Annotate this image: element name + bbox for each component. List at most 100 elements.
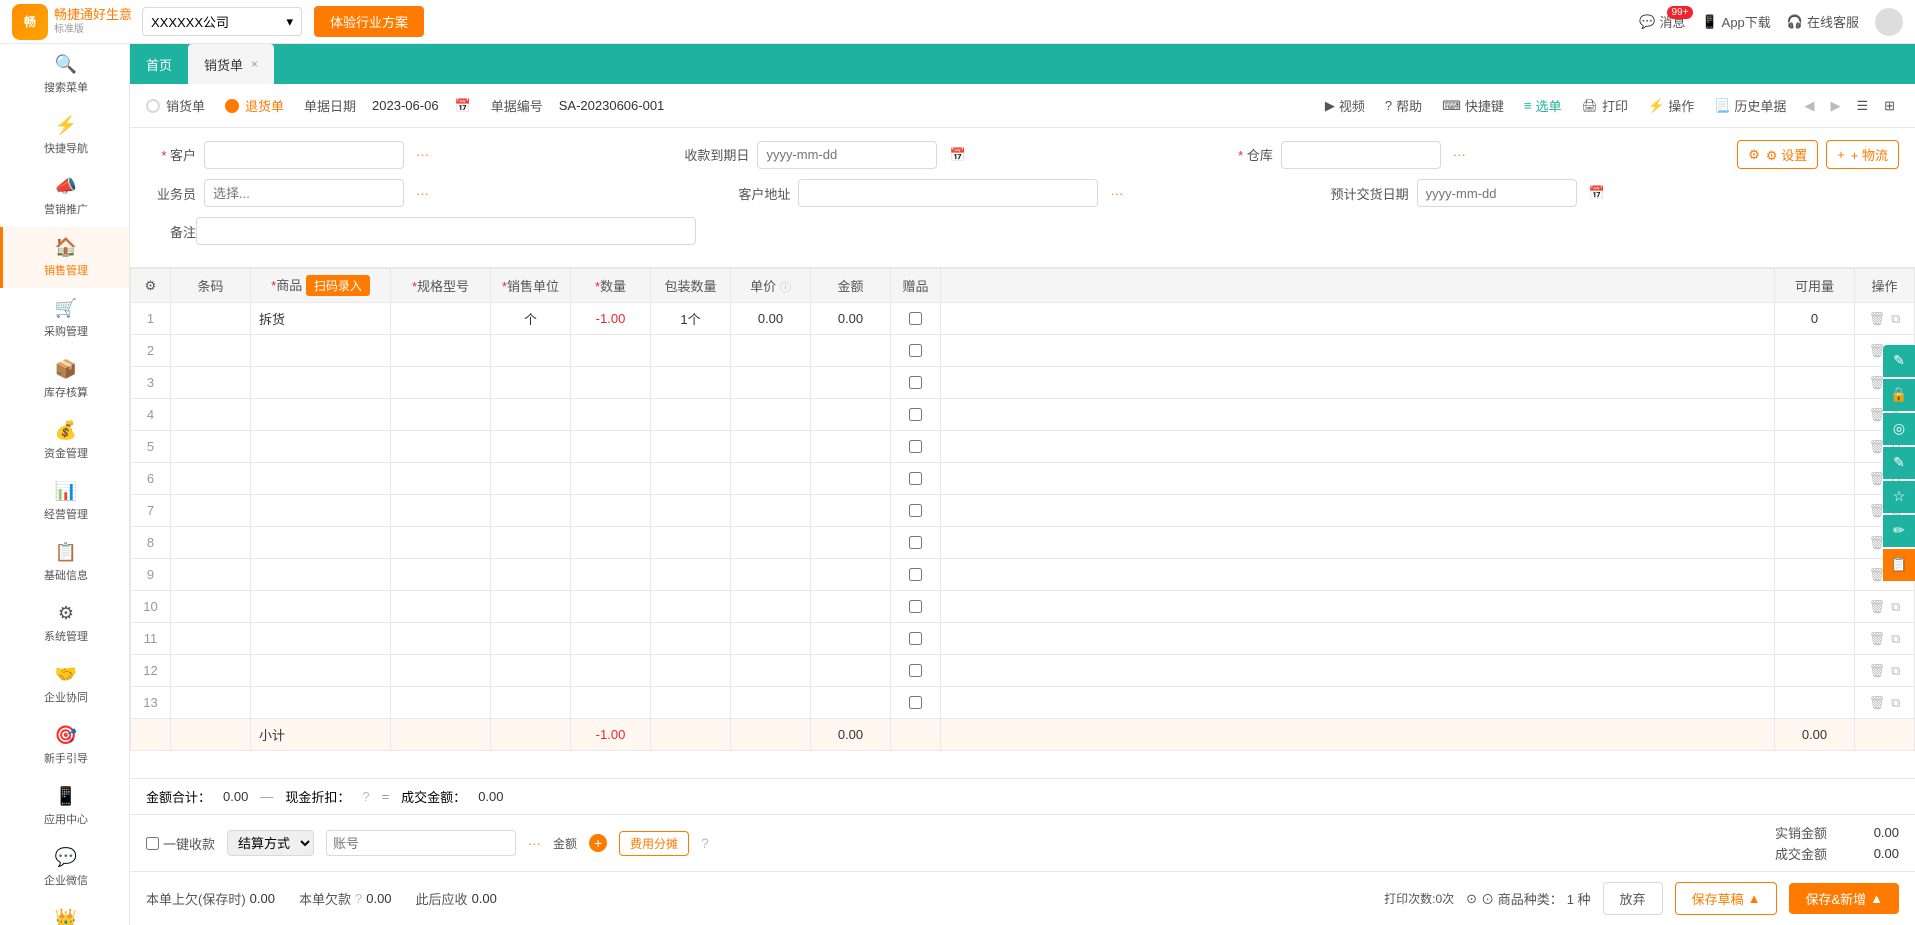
gift-checkbox-7[interactable] — [909, 536, 922, 549]
scan-barcode-button[interactable]: 扫码录入 — [306, 275, 370, 296]
cell-product-11[interactable] — [251, 655, 391, 687]
copy-row-icon-0[interactable]: ⧉ — [1891, 311, 1900, 327]
sidebar-item-inventory[interactable]: 📦 库存核算 — [0, 349, 129, 410]
float-btn-7[interactable]: 📋 — [1883, 549, 1915, 581]
cell-product-1[interactable] — [251, 335, 391, 367]
cell-unit-6[interactable] — [491, 495, 571, 527]
cell-amount-2[interactable] — [811, 367, 891, 399]
cell-gift-3[interactable] — [891, 399, 941, 431]
cell-qty-3[interactable] — [571, 399, 651, 431]
copy-row-icon-9[interactable]: ⧉ — [1891, 599, 1900, 615]
cell-amount-5[interactable] — [811, 463, 891, 495]
cell-spec-6[interactable] — [391, 495, 491, 527]
gift-checkbox-2[interactable] — [909, 376, 922, 389]
cell-unit-9[interactable] — [491, 591, 571, 623]
cell-spec-0[interactable] — [391, 303, 491, 335]
cell-amount-9[interactable] — [811, 591, 891, 623]
cell-price-0[interactable]: 0.00 — [731, 303, 811, 335]
cell-gift-4[interactable] — [891, 431, 941, 463]
float-btn-4[interactable]: ✎ — [1883, 447, 1915, 479]
cell-barcode-5[interactable] — [171, 463, 251, 495]
cell-gift-10[interactable] — [891, 623, 941, 655]
nav-prev-icon[interactable]: ◀ — [1800, 98, 1818, 114]
cell-product-12[interactable] — [251, 687, 391, 719]
expense-split-btn[interactable]: 费用分摊 — [619, 831, 689, 856]
th-settings[interactable]: ⚙ — [131, 269, 171, 303]
tab-home[interactable]: 首页 — [130, 44, 188, 84]
cell-amount-8[interactable] — [811, 559, 891, 591]
sidebar-item-finance[interactable]: 💰 资金管理 — [0, 410, 129, 471]
cell-unit-1[interactable] — [491, 335, 571, 367]
trial-button[interactable]: 体验行业方案 — [314, 6, 424, 37]
cell-amount-0[interactable]: 0.00 — [811, 303, 891, 335]
cell-price-7[interactable] — [731, 527, 811, 559]
cell-unit-12[interactable] — [491, 687, 571, 719]
customer-input[interactable] — [204, 141, 404, 169]
print-btn[interactable]: 🖨 打印 — [1576, 94, 1635, 117]
cell-barcode-7[interactable] — [171, 527, 251, 559]
sidebar-item-enterprise[interactable]: 🤝 企业协同 — [0, 654, 129, 715]
cell-unit-10[interactable] — [491, 623, 571, 655]
cell-pkgqty-1[interactable] — [651, 335, 731, 367]
gift-checkbox-4[interactable] — [909, 440, 922, 453]
salesperson-more-icon[interactable]: ··· — [416, 186, 429, 201]
gift-checkbox-9[interactable] — [909, 600, 922, 613]
cell-price-10[interactable] — [731, 623, 811, 655]
tab-close-icon[interactable]: × — [251, 57, 258, 71]
save-draft-button[interactable]: 保存草稿 ▲ — [1675, 882, 1778, 915]
cell-unit-4[interactable] — [491, 431, 571, 463]
cell-qty-11[interactable] — [571, 655, 651, 687]
cell-barcode-11[interactable] — [171, 655, 251, 687]
cell-price-6[interactable] — [731, 495, 811, 527]
operate-btn[interactable]: ⚡ 操作 — [1642, 94, 1700, 117]
discard-button[interactable]: 放弃 — [1603, 882, 1663, 915]
cell-gift-7[interactable] — [891, 527, 941, 559]
form-settings-btn[interactable]: ⚙ ⚙ 设置 — [1737, 140, 1818, 169]
gift-checkbox-0[interactable] — [909, 312, 922, 325]
cell-amount-1[interactable] — [811, 335, 891, 367]
float-btn-5[interactable]: ☆ — [1883, 481, 1915, 513]
cell-qty-1[interactable] — [571, 335, 651, 367]
cell-spec-2[interactable] — [391, 367, 491, 399]
cell-barcode-3[interactable] — [171, 399, 251, 431]
warehouse-input[interactable]: 建材仓 — [1281, 141, 1441, 169]
cell-qty-12[interactable] — [571, 687, 651, 719]
cell-spec-3[interactable] — [391, 399, 491, 431]
gift-checkbox-8[interactable] — [909, 568, 922, 581]
cell-qty-2[interactable] — [571, 367, 651, 399]
copy-row-icon-10[interactable]: ⧉ — [1891, 631, 1900, 647]
cell-gift-6[interactable] — [891, 495, 941, 527]
sidebar-item-member[interactable]: 👑 畅会员 — [0, 898, 129, 925]
cell-unit-11[interactable] — [491, 655, 571, 687]
cell-spec-10[interactable] — [391, 623, 491, 655]
sidebar-item-basic-info[interactable]: 📋 基础信息 — [0, 532, 129, 593]
sidebar-item-wechat[interactable]: 💬 企业微信 — [0, 837, 129, 898]
gift-checkbox-10[interactable] — [909, 632, 922, 645]
logistics-btn[interactable]: + + 物流 — [1826, 140, 1899, 169]
cell-product-2[interactable] — [251, 367, 391, 399]
cell-product-5[interactable] — [251, 463, 391, 495]
cell-qty-4[interactable] — [571, 431, 651, 463]
float-btn-2[interactable]: 🔒 — [1883, 379, 1915, 411]
shortcut-btn[interactable]: ⌨ 快捷键 — [1436, 94, 1510, 117]
copy-row-icon-11[interactable]: ⧉ — [1891, 663, 1900, 679]
cell-product-7[interactable] — [251, 527, 391, 559]
sidebar-item-sales[interactable]: 🏠 销售管理 — [0, 227, 129, 288]
cell-price-5[interactable] — [731, 463, 811, 495]
cell-gift-8[interactable] — [891, 559, 941, 591]
cell-pkgqty-7[interactable] — [651, 527, 731, 559]
cell-price-12[interactable] — [731, 687, 811, 719]
question-icon[interactable]: ? — [362, 789, 369, 804]
cell-barcode-9[interactable] — [171, 591, 251, 623]
cell-gift-9[interactable] — [891, 591, 941, 623]
gift-checkbox-5[interactable] — [909, 472, 922, 485]
cell-pkgqty-2[interactable] — [651, 367, 731, 399]
app-download-button[interactable]: 📱 App下载 — [1701, 12, 1770, 31]
cell-qty-9[interactable] — [571, 591, 651, 623]
payment-due-input[interactable] — [757, 141, 937, 169]
cell-pkgqty-0[interactable]: 1个 — [651, 303, 731, 335]
cell-spec-8[interactable] — [391, 559, 491, 591]
help-btn[interactable]: ? 帮助 — [1379, 94, 1428, 117]
delete-row-icon-0[interactable]: 🗑 — [1869, 311, 1886, 327]
cell-product-10[interactable] — [251, 623, 391, 655]
